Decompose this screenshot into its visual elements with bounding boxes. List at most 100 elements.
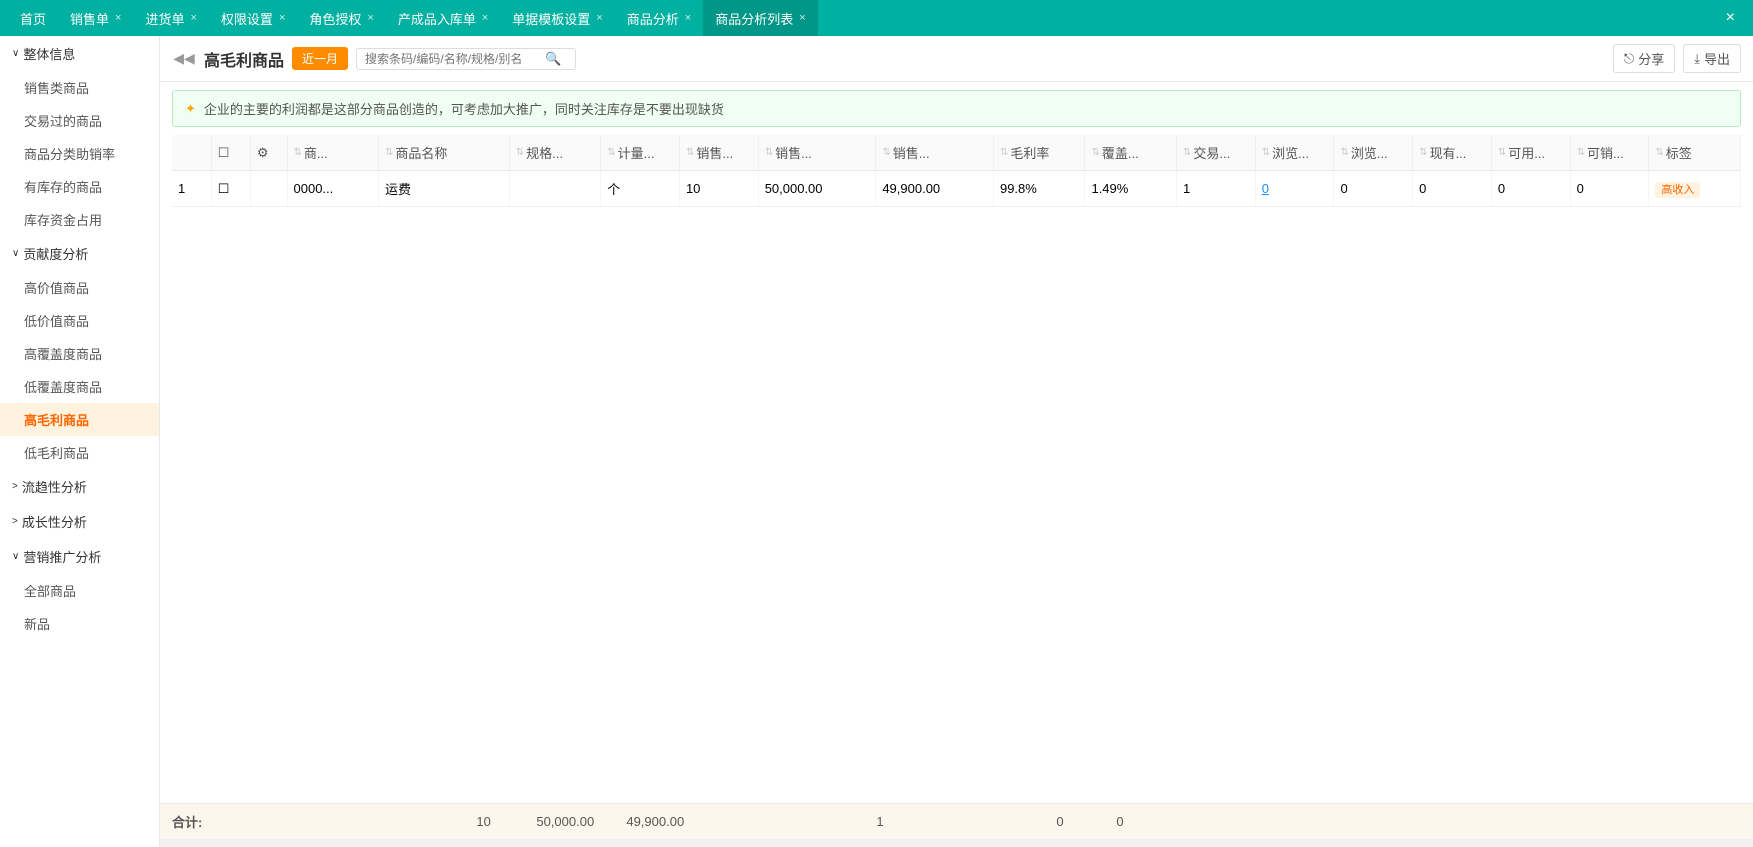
sort-icon[interactable]: ⇅ bbox=[516, 147, 524, 158]
col-header-0 bbox=[172, 135, 211, 171]
sidebar-item-低毛利商品[interactable]: 低毛利商品 bbox=[0, 436, 159, 469]
nav-close-icon[interactable]: × bbox=[685, 12, 691, 24]
col-label: 规格... bbox=[526, 143, 563, 162]
sidebar-group-贡献度分析[interactable]: ∨贡献度分析 bbox=[0, 236, 159, 271]
nav-item-商品分析[interactable]: 商品分析× bbox=[615, 0, 703, 36]
cell-14: 0 bbox=[1334, 171, 1413, 207]
share-button[interactable]: ⎋ 分享 bbox=[1613, 44, 1675, 73]
col-label: 覆盖... bbox=[1102, 143, 1139, 162]
sort-icon[interactable]: ⇅ bbox=[765, 147, 773, 158]
sidebar-item-低价值商品[interactable]: 低价值商品 bbox=[0, 304, 159, 337]
sort-icon[interactable]: ⇅ bbox=[1183, 147, 1191, 158]
nav-item-角色授权[interactable]: 角色授权× bbox=[297, 0, 385, 36]
sidebar-item-低覆盖度商品[interactable]: 低覆盖度商品 bbox=[0, 370, 159, 403]
col-label: 计量... bbox=[618, 143, 655, 162]
nav-item-首页[interactable]: 首页 bbox=[8, 0, 58, 36]
sidebar-item-库存资金占用[interactable]: 库存资金占用 bbox=[0, 203, 159, 236]
sidebar: ∨整体信息销售类商品交易过的商品商品分类助销率有库存的商品库存资金占用∨贡献度分… bbox=[0, 36, 160, 847]
sidebar-item-全部商品[interactable]: 全部商品 bbox=[0, 574, 159, 607]
sort-icon[interactable]: ⇅ bbox=[385, 147, 393, 158]
cell-3: 0000... bbox=[287, 171, 379, 207]
col-label: 可用... bbox=[1508, 143, 1545, 162]
chevron-icon: ∨ bbox=[12, 551, 19, 562]
nav-close-icon[interactable]: × bbox=[482, 12, 488, 24]
search-icon[interactable]: 🔍 bbox=[545, 51, 561, 67]
sidebar-item-商品分类助销率[interactable]: 商品分类助销率 bbox=[0, 137, 159, 170]
cell-0: 1 bbox=[172, 171, 211, 207]
search-input[interactable] bbox=[365, 52, 545, 66]
nav-close-icon[interactable]: × bbox=[279, 12, 285, 24]
sort-icon[interactable]: ⇅ bbox=[1655, 147, 1663, 158]
col-header-15: ⇅现有... bbox=[1413, 135, 1492, 171]
filter-recent-month-button[interactable]: 近一月 bbox=[292, 47, 348, 70]
col-label: ☐ bbox=[218, 145, 230, 161]
nav-item-销售单[interactable]: 销售单× bbox=[58, 0, 133, 36]
nav-close-icon[interactable]: × bbox=[115, 12, 121, 24]
sidebar-item-交易过的商品[interactable]: 交易过的商品 bbox=[0, 104, 159, 137]
sort-icon[interactable]: ⇅ bbox=[1340, 147, 1348, 158]
nav-item-权限设置[interactable]: 权限设置× bbox=[209, 0, 297, 36]
sidebar-item-有库存的商品[interactable]: 有库存的商品 bbox=[0, 170, 159, 203]
nav-item-单据模板设置[interactable]: 单据模板设置× bbox=[500, 0, 614, 36]
sidebar-group-流趋性分析[interactable]: >流趋性分析 bbox=[0, 469, 159, 504]
col-label: 标签 bbox=[1666, 143, 1692, 162]
col-header-8: ⇅销售... bbox=[758, 135, 876, 171]
sort-icon[interactable]: ⇅ bbox=[882, 147, 890, 158]
cell-17: 0 bbox=[1570, 171, 1649, 207]
main-layout: ∨整体信息销售类商品交易过的商品商品分类助销率有库存的商品库存资金占用∨贡献度分… bbox=[0, 36, 1753, 847]
bottom-scrollbar[interactable] bbox=[160, 839, 1753, 847]
col-label: 浏览... bbox=[1351, 143, 1388, 162]
content-header: ◀◀ 高毛利商品 近一月 🔍 ⎋ 分享 ⤓ 导出 bbox=[160, 36, 1753, 82]
sidebar-item-新品[interactable]: 新品 bbox=[0, 607, 159, 640]
nav-item-产成品入库单[interactable]: 产成品入库单× bbox=[386, 0, 500, 36]
nav-close-icon[interactable]: × bbox=[190, 12, 196, 24]
chevron-icon: ∨ bbox=[12, 248, 19, 259]
col-label: 商品名称 bbox=[395, 143, 447, 162]
sort-icon[interactable]: ⇅ bbox=[1262, 147, 1270, 158]
col-header-2[interactable]: ⚙ bbox=[250, 135, 287, 171]
sidebar-group-成长性分析[interactable]: >成长性分析 bbox=[0, 504, 159, 539]
sort-icon[interactable]: ⇅ bbox=[1419, 147, 1427, 158]
nav-close-icon[interactable]: × bbox=[799, 12, 805, 24]
collapse-sidebar-button[interactable]: ◀◀ bbox=[172, 47, 196, 71]
col-label: 现有... bbox=[1430, 143, 1467, 162]
col-header-1[interactable]: ☐ bbox=[211, 135, 250, 171]
chevron-icon: > bbox=[12, 516, 18, 527]
col-header-7: ⇅销售... bbox=[679, 135, 758, 171]
col-header-10: ⇅毛利率 bbox=[993, 135, 1085, 171]
col-header-18: ⇅标签 bbox=[1649, 135, 1741, 171]
nav-item-进货单[interactable]: 进货单× bbox=[133, 0, 208, 36]
sort-icon[interactable]: ⇅ bbox=[686, 147, 694, 158]
sort-icon[interactable]: ⇅ bbox=[1498, 147, 1506, 158]
col-label: ⚙ bbox=[257, 145, 269, 161]
cell-8: 50,000.00 bbox=[758, 171, 876, 207]
sidebar-item-销售类商品[interactable]: 销售类商品 bbox=[0, 71, 159, 104]
sidebar-item-高毛利商品[interactable]: 高毛利商品 bbox=[0, 403, 159, 436]
sort-icon[interactable]: ⇅ bbox=[1577, 147, 1585, 158]
cell-1[interactable]: ☐ bbox=[211, 171, 250, 207]
sort-icon[interactable]: ⇅ bbox=[1000, 147, 1008, 158]
content-area: ◀◀ 高毛利商品 近一月 🔍 ⎋ 分享 ⤓ 导出 ✦ 企业的主要的利润都是这部分… bbox=[160, 36, 1753, 847]
sort-icon[interactable]: ⇅ bbox=[294, 147, 302, 158]
col-header-5: ⇅规格... bbox=[509, 135, 601, 171]
sort-icon[interactable]: ⇅ bbox=[1091, 147, 1099, 158]
sort-icon[interactable]: ⇅ bbox=[607, 147, 615, 158]
cell-13[interactable]: 0 bbox=[1255, 171, 1334, 207]
sidebar-group-营销推广分析[interactable]: ∨营销推广分析 bbox=[0, 539, 159, 574]
sidebar-item-高价值商品[interactable]: 高价值商品 bbox=[0, 271, 159, 304]
nav-close-icon[interactable]: × bbox=[367, 12, 373, 24]
nav-close-icon[interactable]: × bbox=[596, 12, 602, 24]
cell-15: 0 bbox=[1413, 171, 1492, 207]
nav-item-商品分析列表[interactable]: 商品分析列表× bbox=[703, 0, 817, 36]
export-button[interactable]: ⤓ 导出 bbox=[1683, 44, 1741, 73]
sidebar-group-整体信息[interactable]: ∨整体信息 bbox=[0, 36, 159, 71]
col-header-3: ⇅商... bbox=[287, 135, 379, 171]
sidebar-item-高覆盖度商品[interactable]: 高覆盖度商品 bbox=[0, 337, 159, 370]
col-header-13: ⇅浏览... bbox=[1255, 135, 1334, 171]
top-nav: 首页销售单×进货单×权限设置×角色授权×产成品入库单×单据模板设置×商品分析×商… bbox=[0, 0, 1753, 36]
window-close-button[interactable]: × bbox=[1716, 9, 1745, 27]
table-row: 1☐0000...运费个1050,000.0049,900.0099.8%1.4… bbox=[172, 171, 1741, 207]
col-header-12: ⇅交易... bbox=[1176, 135, 1255, 171]
footer-sales-qty: 10 bbox=[470, 814, 530, 829]
link-value[interactable]: 0 bbox=[1262, 181, 1269, 196]
